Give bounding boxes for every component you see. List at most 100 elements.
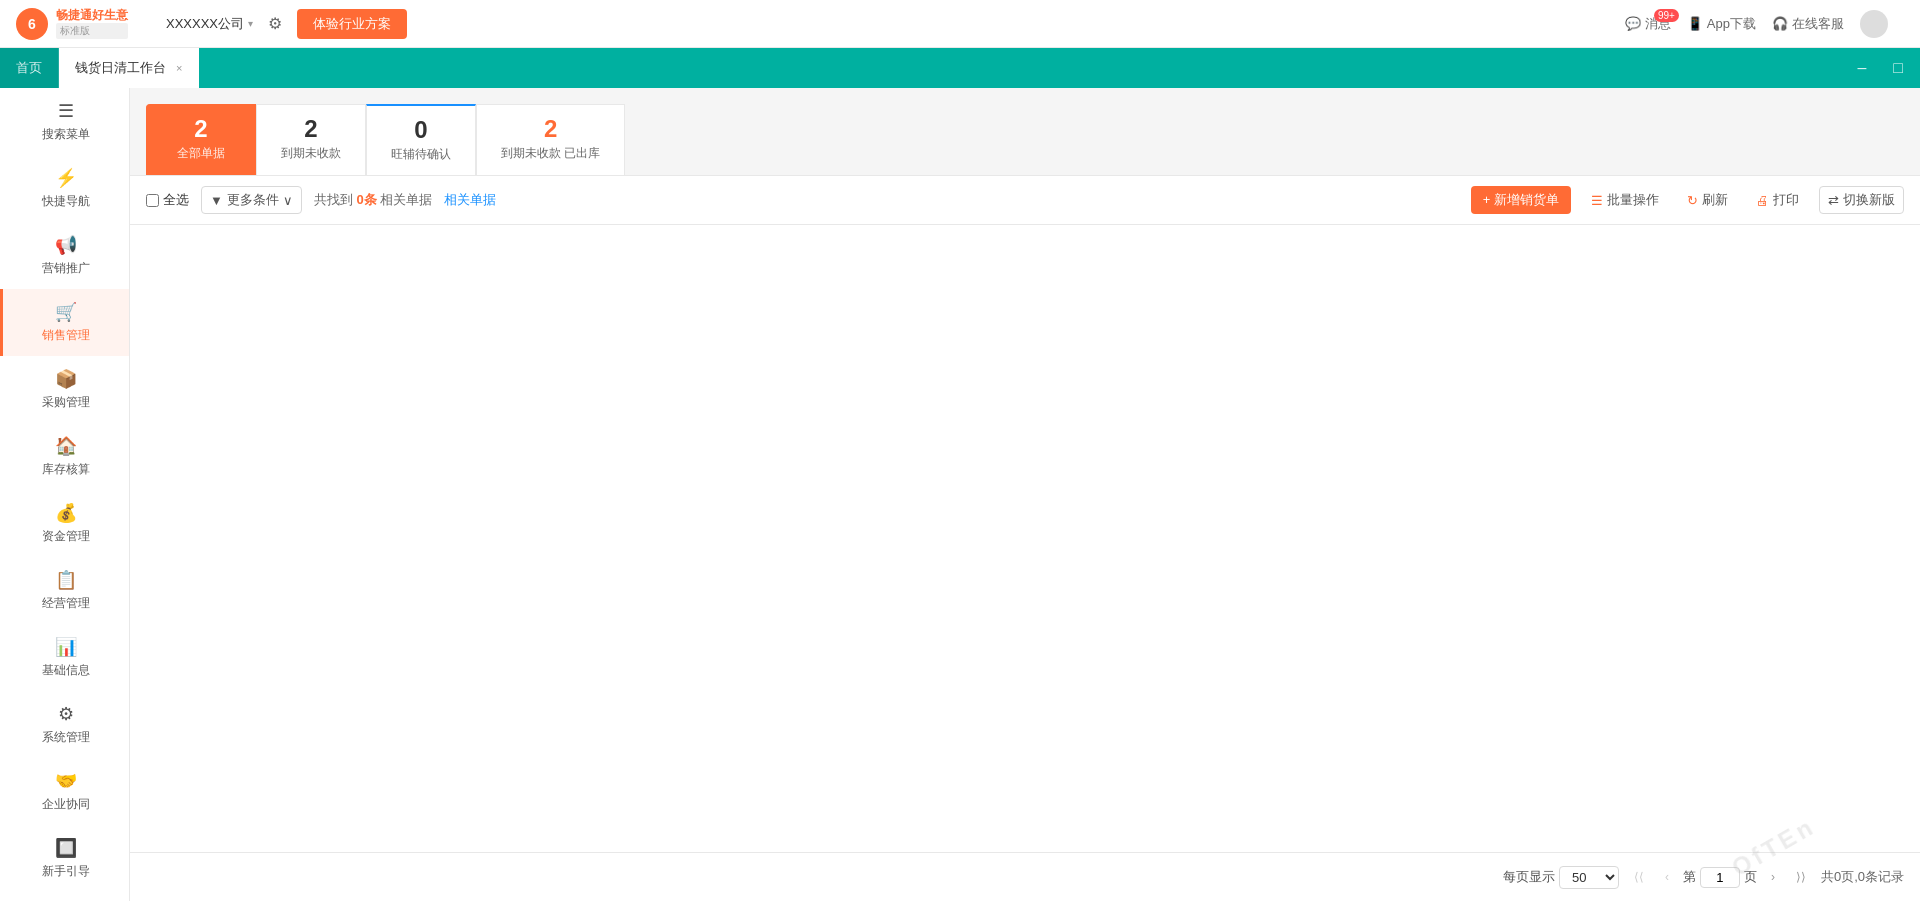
sidebar: ☰ 搜索菜单 ⚡ 快捷导航 📢 营销推广 🛒 销售管理 📦 采购管理 🏠 库存核… [0,88,130,901]
logo-icon: 6 [16,8,48,40]
stat-tab-all[interactable]: 2 全部单据 [146,104,256,175]
refresh-icon: ↻ [1687,193,1698,208]
stats-tabs: 2 全部单据 2 到期未收款 0 旺辅待确认 2 到期未收款 已出库 [130,88,1920,175]
main-layout: ☰ 搜索菜单 ⚡ 快捷导航 📢 营销推广 🛒 销售管理 📦 采购管理 🏠 库存核… [0,88,1920,901]
prev-page-button[interactable]: ‹ [1655,865,1679,889]
sidebar-item-finance[interactable]: 💰 资金管理 [0,490,129,557]
stat-number-overdue: 2 [304,117,317,141]
stat-number-wangwang: 0 [414,118,427,142]
online-service-label: 在线客服 [1792,15,1844,33]
company-name: XXXXXX公司 [166,15,244,33]
stat-number-all: 2 [194,117,207,141]
page-label: 第 [1683,868,1696,886]
operations-icon: 📋 [55,569,77,591]
refresh-button[interactable]: ↻ 刷新 [1679,187,1736,213]
content-area: 2 全部单据 2 到期未收款 0 旺辅待确认 2 到期未收款 已出库 [130,88,1920,901]
chevron-down-icon: ▾ [248,18,253,29]
sidebar-item-sales[interactable]: 🛒 销售管理 [0,289,129,356]
service-icon: 🎧 [1772,16,1788,31]
minimize-btn[interactable]: – [1848,54,1876,82]
company-selector[interactable]: XXXXXX公司 ▾ [166,15,253,33]
app-download-icon: 📱 [1687,16,1703,31]
workbench-tab[interactable]: 钱货日清工作台 × [59,48,199,88]
page-suffix: 页 [1744,868,1757,886]
app-download-label: App下载 [1707,15,1756,33]
batch-icon: ☰ [1591,193,1603,208]
switch-version-button[interactable]: ⇄ 切换新版 [1819,186,1904,214]
toolbar-left: 全选 ▼ 更多条件 ∨ 共找到 0条 相关单据 相关单据 [146,186,496,214]
toolbar-right: + 新增销货单 ☰ 批量操作 ↻ 刷新 🖨 打印 [1471,186,1904,214]
purchase-icon: 📦 [55,368,77,390]
batch-operation-button[interactable]: ☰ 批量操作 [1583,187,1667,213]
sidebar-item-marketing[interactable]: 📢 营销推广 [0,222,129,289]
home-tab[interactable]: 首页 [0,48,59,88]
stat-tab-wangwang[interactable]: 0 旺辅待确认 [366,104,476,175]
top-header: 6 畅捷通好生意 标准版 XXXXXX公司 ▾ ⚙ 体验行业方案 💬 消息 99… [0,0,1920,48]
per-page-label: 每页显示 [1503,868,1555,886]
user-avatar[interactable] [1860,10,1888,38]
toolbar: 全选 ▼ 更多条件 ∨ 共找到 0条 相关单据 相关单据 [130,175,1920,225]
select-all-checkbox[interactable]: 全选 [146,191,189,209]
select-all-input[interactable] [146,194,159,207]
nav-tab-right: – □ [1840,48,1920,88]
finance-icon: 💰 [55,502,77,524]
filter-chevron-icon: ∨ [283,193,293,208]
last-page-button[interactable]: ⟩⟩ [1789,865,1813,889]
stat-tab-overdue[interactable]: 2 到期未收款 [256,104,366,175]
message-action[interactable]: 💬 消息 99+ [1625,15,1671,33]
per-page-select[interactable]: 10 20 50 100 [1559,866,1619,889]
sales-icon: 🛒 [55,301,77,323]
stat-label-all: 全部单据 [177,145,225,162]
message-badge: 99+ [1654,9,1679,22]
sidebar-item-base-info[interactable]: 📊 基础信息 [0,624,129,691]
app-download-action[interactable]: 📱 App下载 [1687,15,1756,33]
maximize-btn[interactable]: □ [1884,54,1912,82]
logo-area: 6 畅捷通好生意 标准版 [16,8,146,40]
related-docs-link[interactable]: 相关单据 [444,191,496,209]
sidebar-item-coop[interactable]: 🤝 企业协同 [0,758,129,825]
sidebar-item-guide[interactable]: 🔲 新手引导 [0,825,129,892]
sidebar-item-app-center[interactable]: 🧩 应用中心 [0,892,129,901]
first-page-button[interactable]: ⟨⟨ [1627,865,1651,889]
message-icon: 💬 [1625,16,1641,31]
tab-close-icon[interactable]: × [176,62,182,74]
trial-button[interactable]: 体验行业方案 [297,9,407,39]
stat-number-unshipped: 2 [544,117,557,141]
edition-badge: 标准版 [56,23,128,39]
header-center: XXXXXX公司 ▾ ⚙ 体验行业方案 [146,9,1625,39]
system-icon: ⚙ [58,703,74,725]
sidebar-item-search-menu[interactable]: ☰ 搜索菜单 [0,88,129,155]
table-area [130,225,1920,852]
search-menu-icon: ☰ [58,100,74,122]
sidebar-item-inventory[interactable]: 🏠 库存核算 [0,423,129,490]
sidebar-item-system[interactable]: ⚙ 系统管理 [0,691,129,758]
base-info-icon: 📊 [55,636,77,658]
quick-nav-icon: ⚡ [55,167,77,189]
found-text: 共找到 0条 相关单据 [314,191,432,209]
add-sales-order-button[interactable]: + 新增销货单 [1471,186,1571,214]
sidebar-item-purchase[interactable]: 📦 采购管理 [0,356,129,423]
total-text: 共0页,0条记录 [1821,868,1904,886]
page-size-selector: 每页显示 10 20 50 100 [1503,866,1619,889]
filter-button[interactable]: ▼ 更多条件 ∨ [201,186,302,214]
stat-tab-overdue-unshipped[interactable]: 2 到期未收款 已出库 [476,104,625,175]
coop-icon: 🤝 [55,770,77,792]
stat-label-overdue: 到期未收款 [281,145,341,162]
print-button[interactable]: 🖨 打印 [1748,187,1807,213]
pagination: 每页显示 10 20 50 100 ⟨⟨ ‹ 第 页 [130,852,1920,901]
stat-label-wangwang: 旺辅待确认 [391,146,451,163]
stats-and-content: 2 全部单据 2 到期未收款 0 旺辅待确认 2 到期未收款 已出库 [130,88,1920,901]
sidebar-item-quick-nav[interactable]: ⚡ 快捷导航 [0,155,129,222]
inventory-icon: 🏠 [55,435,77,457]
next-page-button[interactable]: › [1761,865,1785,889]
sidebar-item-operations[interactable]: 📋 经营管理 [0,557,129,624]
page-nav: ⟨⟨ ‹ 第 页 › ⟩⟩ [1627,865,1813,889]
guide-icon: 🔲 [55,837,77,859]
header-right: 💬 消息 99+ 📱 App下载 🎧 在线客服 [1625,10,1904,38]
online-service-action[interactable]: 🎧 在线客服 [1772,15,1844,33]
page-input[interactable] [1700,867,1740,888]
settings-icon[interactable]: ⚙ [261,10,289,38]
content-wrapper: 全选 ▼ 更多条件 ∨ 共找到 0条 相关单据 相关单据 [130,175,1920,901]
nav-tabs: 首页 钱货日清工作台 × – □ [0,48,1920,88]
switch-icon: ⇄ [1828,193,1839,208]
